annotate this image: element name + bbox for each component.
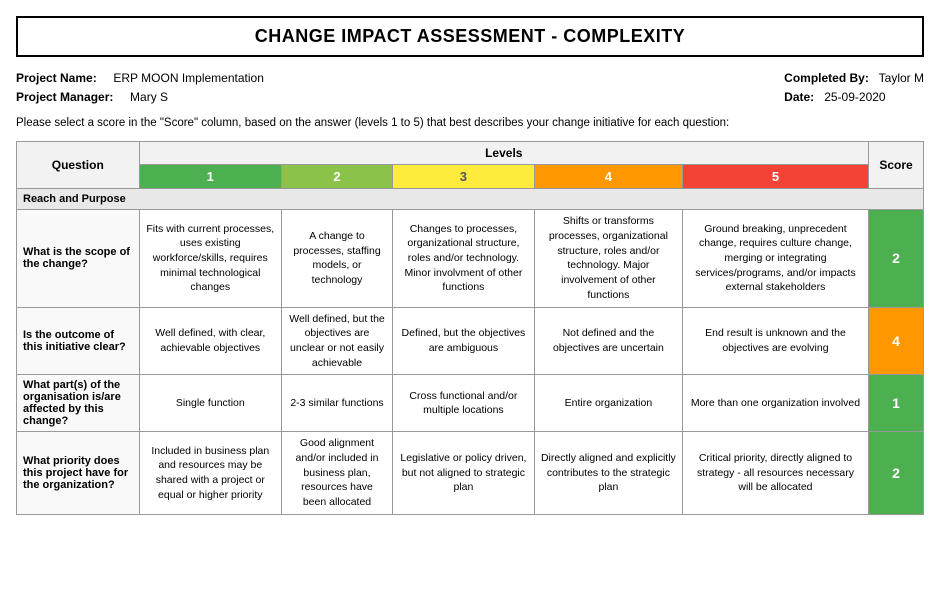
table-row: What is the scope of the change? Fits wi… (17, 210, 924, 307)
meta-left: Project Name: ERP MOON Implementation Pr… (16, 69, 264, 107)
meta-right: Completed By: Taylor M Date: 25-09-2020 (784, 69, 924, 107)
row2-l4: Not defined and the objectives are uncer… (534, 307, 682, 375)
row2-score[interactable]: 4 (869, 307, 924, 375)
row3-l3: Cross functional and/or multiple locatio… (393, 375, 535, 432)
level-5-header: 5 (682, 165, 868, 189)
row1-l4: Shifts or transforms processes, organiza… (534, 210, 682, 307)
completed-by-value: Taylor M (879, 71, 924, 85)
col-header-levels: Levels (139, 142, 868, 165)
page-title: CHANGE IMPACT ASSESSMENT - COMPLEXITY (16, 16, 924, 57)
row3-l2: 2-3 similar functions (282, 375, 393, 432)
row1-l1: Fits with current processes, uses existi… (139, 210, 281, 307)
completed-by-label: Completed By: (784, 71, 869, 85)
row1-l2: A change to processes, staffing models, … (282, 210, 393, 307)
row4-score[interactable]: 2 (869, 432, 924, 514)
row3-score[interactable]: 1 (869, 375, 924, 432)
date-value: 25-09-2020 (824, 90, 885, 104)
project-name-label: Project Name: (16, 71, 97, 85)
col-header-question: Question (17, 142, 140, 189)
row4-l5: Critical priority, directly aligned to s… (682, 432, 868, 514)
level-2-header: 2 (282, 165, 393, 189)
project-manager-label: Project Manager: (16, 90, 113, 104)
row4-l3: Legislative or policy driven, but not al… (393, 432, 535, 514)
row1-score[interactable]: 2 (869, 210, 924, 307)
level-3-header: 3 (393, 165, 535, 189)
date-label: Date: (784, 90, 814, 104)
row2-l5: End result is unknown and the objectives… (682, 307, 868, 375)
instruction-text: Please select a score in the "Score" col… (16, 117, 924, 129)
level-1-header: 1 (139, 165, 281, 189)
row1-l5: Ground breaking, unprecedent change, req… (682, 210, 868, 307)
section-header-row: Reach and Purpose (17, 189, 924, 210)
project-manager-row: Project Manager: Mary S (16, 88, 264, 107)
question-2: Is the outcome of this initiative clear? (17, 307, 140, 375)
question-4: What priority does this project have for… (17, 432, 140, 514)
project-manager-value: Mary S (130, 90, 168, 104)
row3-l4: Entire organization (534, 375, 682, 432)
row2-l3: Defined, but the objectives are ambiguou… (393, 307, 535, 375)
table-row: What priority does this project have for… (17, 432, 924, 514)
row2-l2: Well defined, but the objectives are unc… (282, 307, 393, 375)
header-row-2: 1 2 3 4 5 (17, 165, 924, 189)
question-1: What is the scope of the change? (17, 210, 140, 307)
row3-l1: Single function (139, 375, 281, 432)
table-row: What part(s) of the organisation is/are … (17, 375, 924, 432)
row3-l5: More than one organization involved (682, 375, 868, 432)
question-3: What part(s) of the organisation is/are … (17, 375, 140, 432)
project-name-row: Project Name: ERP MOON Implementation (16, 69, 264, 88)
date-row: Date: 25-09-2020 (784, 88, 924, 107)
project-name-value: ERP MOON Implementation (113, 71, 264, 85)
completed-by-row: Completed By: Taylor M (784, 69, 924, 88)
row4-l2: Good alignment and/or included in busine… (282, 432, 393, 514)
row4-l4: Directly aligned and explicitly contribu… (534, 432, 682, 514)
assessment-table: Question Levels Score 1 2 3 4 5 Reach an… (16, 141, 924, 514)
row4-l1: Included in business plan and resources … (139, 432, 281, 514)
row1-l3: Changes to processes, organizational str… (393, 210, 535, 307)
meta-section: Project Name: ERP MOON Implementation Pr… (16, 69, 924, 107)
section-reach-header: Reach and Purpose (17, 189, 924, 210)
table-row: Is the outcome of this initiative clear?… (17, 307, 924, 375)
header-row-1: Question Levels Score (17, 142, 924, 165)
col-header-score: Score (869, 142, 924, 189)
level-4-header: 4 (534, 165, 682, 189)
row2-l1: Well defined, with clear, achievable obj… (139, 307, 281, 375)
